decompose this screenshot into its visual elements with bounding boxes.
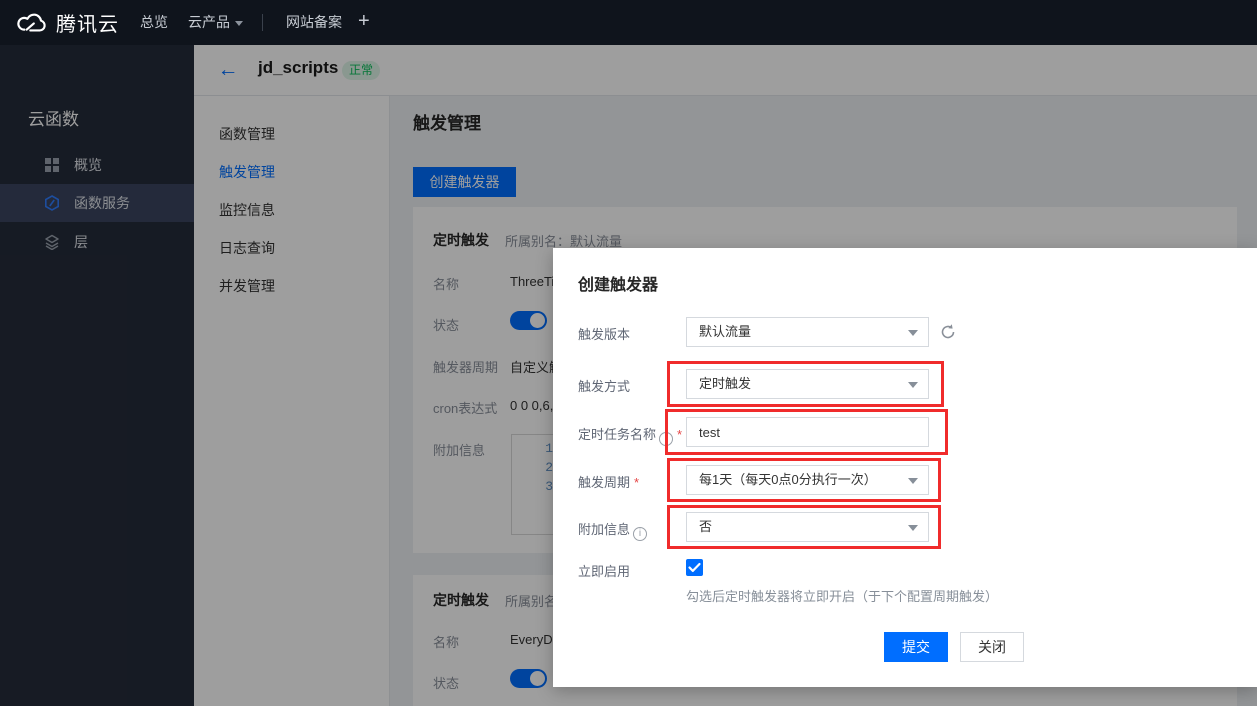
enable-hint: 勾选后定时触发器将立即开启（于下个配置周期触发） — [686, 586, 998, 605]
task-name-input[interactable] — [686, 417, 929, 447]
cloud-logo-icon — [14, 11, 48, 35]
nav-beian[interactable]: 网站备案 — [286, 0, 342, 45]
info-icon[interactable]: i — [659, 432, 673, 446]
top-navbar: 腾讯云 总览 云产品 网站备案 + — [0, 0, 1257, 45]
cycle-label: 触发周期* — [578, 472, 639, 491]
extra-info-select[interactable]: 否 — [686, 512, 929, 542]
brand-name: 腾讯云 — [56, 8, 119, 37]
nav-divider — [262, 14, 263, 31]
trigger-type-select[interactable]: 定时触发 — [686, 369, 929, 399]
enable-label: 立即启用 — [578, 561, 630, 580]
page: 腾讯云 总览 云产品 网站备案 + 云函数 概览 函数服务 — [0, 0, 1257, 706]
extra-info-value: 否 — [699, 519, 712, 534]
enable-checkbox-checked[interactable] — [686, 559, 703, 576]
extra-info-label: 附加信息i — [578, 519, 647, 541]
version-select[interactable]: 默认流量 — [686, 317, 929, 347]
chevron-down-icon — [908, 525, 918, 531]
dialog-title: 创建触发器 — [578, 271, 658, 295]
create-trigger-dialog: 创建触发器 触发版本 默认流量 触发方式 定时触发 定时任务名称i* 触发周期*… — [553, 248, 1257, 687]
required-asterisk: * — [634, 475, 639, 490]
close-button[interactable]: 关闭 — [960, 632, 1024, 662]
chevron-down-icon — [908, 478, 918, 484]
tencent-cloud-logo[interactable]: 腾讯云 — [14, 0, 119, 45]
cycle-value: 每1天（每天0点0分执行一次） — [699, 472, 877, 487]
check-icon — [686, 559, 703, 576]
chevron-down-icon — [235, 21, 243, 26]
nav-cloud-products[interactable]: 云产品 — [188, 0, 243, 45]
version-label: 触发版本 — [578, 324, 630, 343]
chevron-down-icon — [908, 382, 918, 388]
nav-add-tab-button[interactable]: + — [358, 0, 370, 45]
nav-overview[interactable]: 总览 — [140, 0, 168, 45]
task-name-label: 定时任务名称i* — [578, 424, 682, 446]
required-asterisk: * — [677, 427, 682, 442]
chevron-down-icon — [908, 330, 918, 336]
submit-button[interactable]: 提交 — [884, 632, 948, 662]
trigger-type-label: 触发方式 — [578, 376, 630, 395]
refresh-icon[interactable] — [939, 323, 957, 341]
trigger-type-value: 定时触发 — [699, 376, 751, 391]
info-icon[interactable]: i — [633, 527, 647, 541]
version-value: 默认流量 — [699, 324, 751, 339]
cycle-select[interactable]: 每1天（每天0点0分执行一次） — [686, 465, 929, 495]
